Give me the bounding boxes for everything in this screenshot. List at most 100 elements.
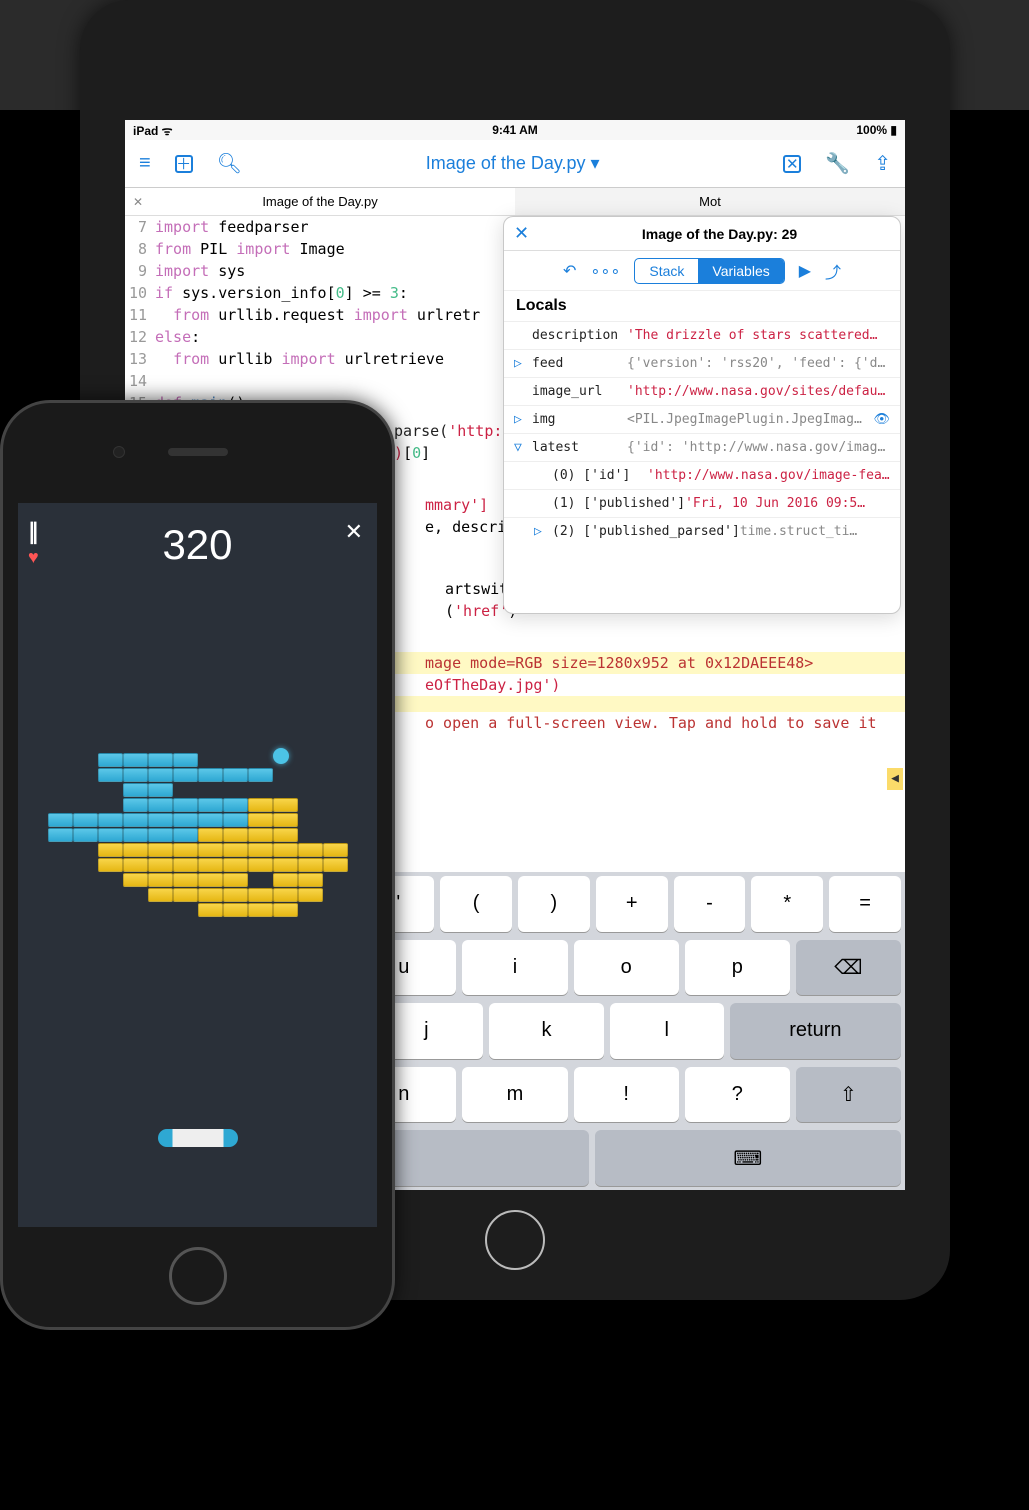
debugger-close-icon[interactable]: ✕ — [504, 223, 539, 244]
brick — [248, 828, 273, 842]
key-keyboard-icon[interactable]: ⌨ — [595, 1130, 901, 1186]
variable-value: {'version': 'rss20', 'feed': {'docs': '… — [627, 356, 890, 371]
brick — [248, 888, 273, 902]
brick — [98, 828, 123, 842]
disclosure-icon[interactable]: ▷ — [514, 356, 532, 371]
key[interactable]: ( — [440, 876, 512, 932]
variable-row[interactable]: description'The drizzle of stars scatter… — [504, 321, 900, 349]
brick — [173, 888, 198, 902]
code-line: if sys.version_info[0] >= 3: — [155, 282, 408, 304]
key[interactable]: l — [610, 1003, 724, 1059]
stop-icon[interactable]: ✕ — [783, 155, 801, 173]
variable-name: latest — [532, 440, 627, 455]
key[interactable]: o — [574, 940, 679, 996]
tab-active[interactable]: ✕ Image of the Day.py — [125, 188, 515, 215]
tab-label-other: Mot — [699, 194, 721, 209]
brick — [223, 813, 248, 827]
brick — [223, 753, 248, 767]
file-title[interactable]: Image of the Day.py ▾ — [266, 153, 759, 174]
brick — [48, 813, 73, 827]
brick — [98, 888, 123, 902]
close-game-icon[interactable]: ✕ — [345, 519, 363, 545]
key[interactable]: ) — [518, 876, 590, 932]
variable-row[interactable]: image_url'http://www.nasa.gov/sites/defa… — [504, 377, 900, 405]
variable-row[interactable]: (0) ['id']'http://www.nasa.gov/image-fea… — [504, 461, 900, 489]
variable-row[interactable]: ▽latest{'id': 'http://www.nasa.gov/image… — [504, 433, 900, 461]
brick — [73, 873, 98, 887]
brick — [98, 843, 123, 857]
menu-icon[interactable]: ≡ — [139, 152, 151, 175]
brick — [123, 813, 148, 827]
pause-icon[interactable]: ∥ — [28, 519, 36, 545]
variable-row[interactable]: ▷(2) ['published_parsed']time.struct_ti… — [504, 517, 900, 545]
key[interactable]: ! — [574, 1067, 679, 1123]
brick — [123, 783, 148, 797]
variable-row[interactable]: ▷img<PIL.JpegImagePlugin.JpegImageFile…👁 — [504, 405, 900, 433]
key[interactable]: i — [462, 940, 567, 996]
step-back-icon[interactable]: ↶ — [563, 261, 576, 281]
disclosure-icon[interactable]: ▷ — [534, 524, 552, 539]
brick — [148, 798, 173, 812]
brick — [48, 888, 73, 902]
brick — [98, 813, 123, 827]
code-line: from PIL import Image — [155, 238, 345, 260]
key[interactable]: m — [462, 1067, 567, 1123]
key[interactable]: = — [829, 876, 901, 932]
brick — [148, 828, 173, 842]
brick — [173, 873, 198, 887]
brick — [248, 753, 273, 767]
continue-icon[interactable]: ▶ — [799, 261, 811, 281]
variable-name: description — [532, 328, 627, 343]
disclosure-icon[interactable]: ▷ — [514, 412, 532, 427]
add-icon[interactable]: ＋ — [175, 155, 193, 173]
brick — [48, 903, 73, 917]
segment-variables[interactable]: Variables — [698, 259, 783, 283]
brick — [198, 873, 223, 887]
variable-value: 'http://www.nasa.gov/image-fea… — [647, 468, 890, 483]
brick — [298, 828, 323, 842]
key-return[interactable]: return — [730, 1003, 901, 1059]
game-screen[interactable]: ∥ ♥ 320 ✕ — [18, 503, 377, 1227]
brick — [123, 768, 148, 782]
tab-other[interactable]: Mot — [515, 188, 905, 215]
debugger-panel: ✕ Image of the Day.py: 29 ↶ ∘∘∘ Stack Va… — [503, 216, 901, 614]
brick — [273, 798, 298, 812]
variable-row[interactable]: ▷feed{'version': 'rss20', 'feed': {'docs… — [504, 349, 900, 377]
brick — [148, 753, 173, 767]
key[interactable]: - — [674, 876, 746, 932]
key[interactable]: p — [685, 940, 790, 996]
step-out-icon[interactable]: ⤴ — [825, 259, 841, 283]
brick — [73, 888, 98, 902]
key[interactable]: k — [489, 1003, 603, 1059]
iphone-device: ∥ ♥ 320 ✕ — [0, 400, 395, 1330]
wrench-icon[interactable]: 🔧 — [825, 151, 850, 176]
key-backspace[interactable]: ⌫ — [796, 940, 901, 996]
stack-vars-segment[interactable]: Stack Variables — [634, 258, 784, 284]
brick — [323, 768, 348, 782]
more-icon[interactable]: ∘∘∘ — [590, 261, 620, 281]
disclosure-icon[interactable]: ▽ — [514, 440, 532, 455]
brick — [123, 903, 148, 917]
segment-stack[interactable]: Stack — [635, 259, 698, 283]
brick — [148, 858, 173, 872]
key[interactable]: * — [751, 876, 823, 932]
brick — [223, 888, 248, 902]
brick — [48, 873, 73, 887]
game-paddle[interactable] — [158, 1129, 238, 1147]
variable-row[interactable]: (1) ['published']'Fri, 10 Jun 2016 09:5… — [504, 489, 900, 517]
brick — [48, 843, 73, 857]
brick — [173, 828, 198, 842]
close-tab-icon[interactable]: ✕ — [133, 195, 143, 209]
brick — [323, 843, 348, 857]
brick — [298, 813, 323, 827]
share-icon[interactable]: ⇪ — [874, 151, 891, 176]
search-icon[interactable]: 🔍︎ — [217, 151, 242, 176]
iphone-home-button[interactable] — [169, 1247, 227, 1305]
key[interactable]: + — [596, 876, 668, 932]
brick — [73, 858, 98, 872]
key-shift[interactable]: ⇧ — [796, 1067, 901, 1123]
key[interactable]: ? — [685, 1067, 790, 1123]
ipad-home-button[interactable] — [485, 1210, 545, 1270]
brick — [148, 843, 173, 857]
preview-icon[interactable]: 👁 — [869, 412, 890, 427]
